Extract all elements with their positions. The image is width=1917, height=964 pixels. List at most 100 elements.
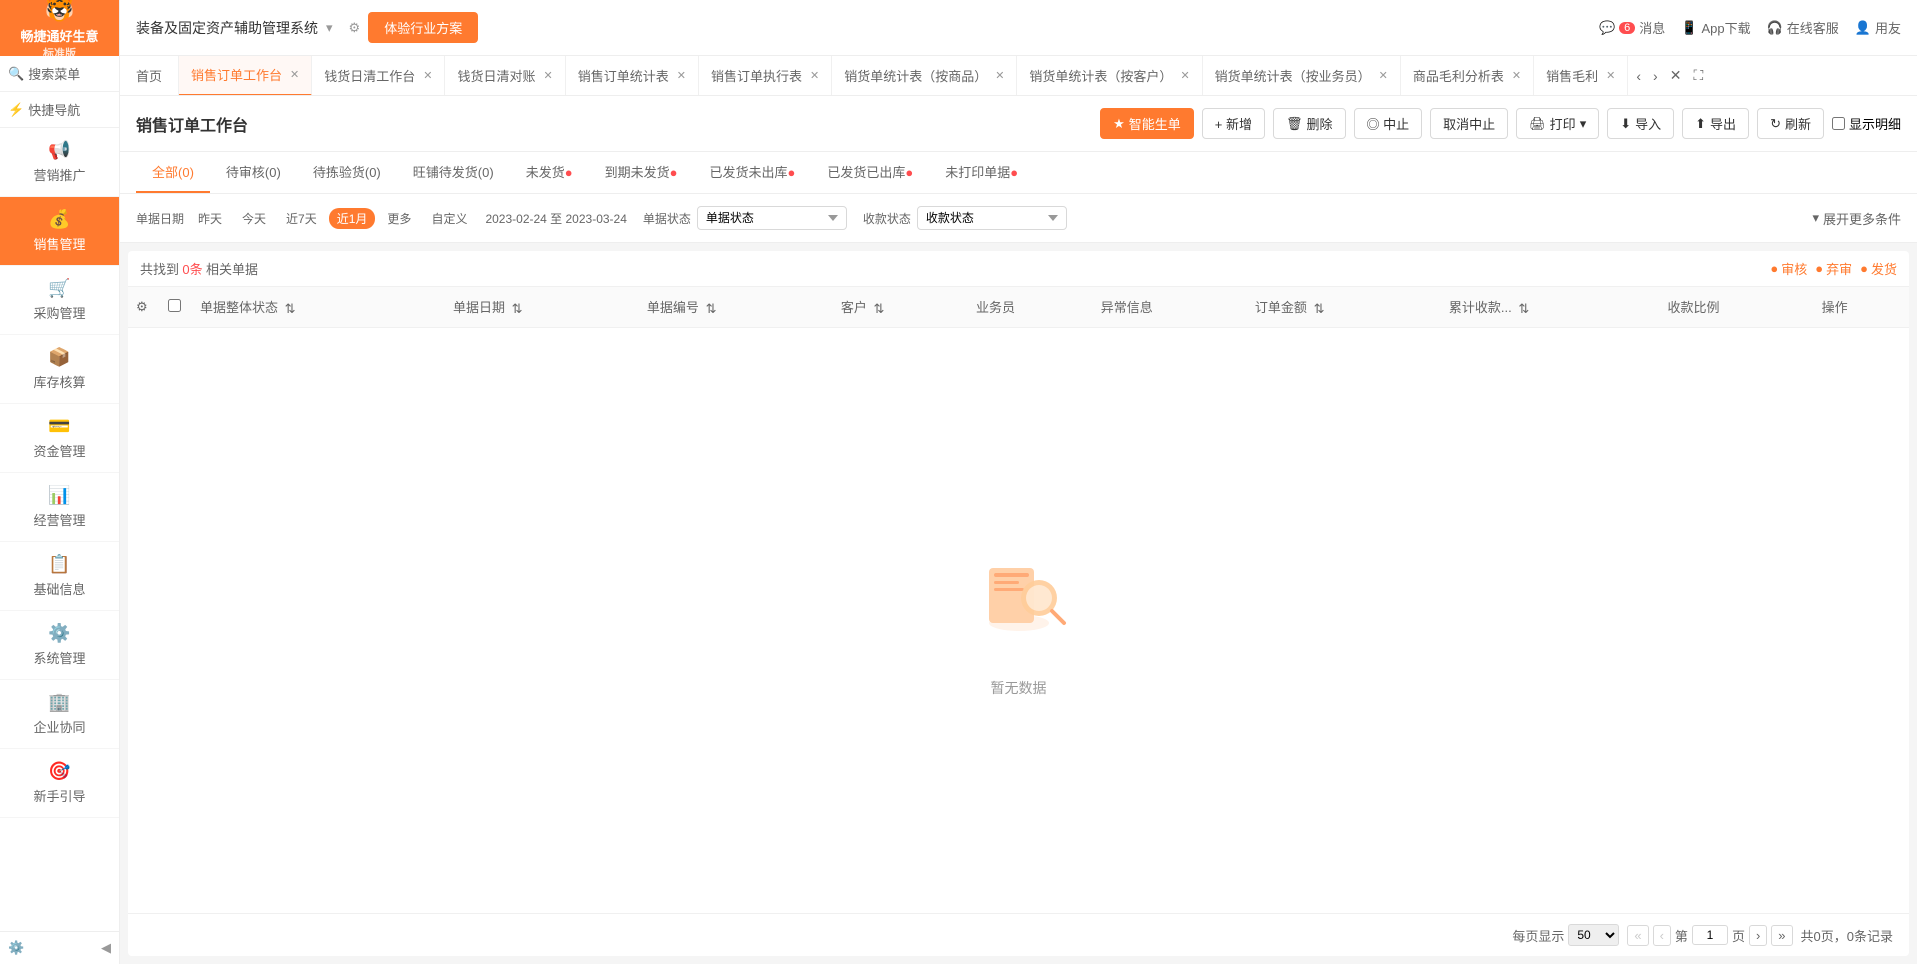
refresh-btn[interactable]: ↻ 刷新 — [1757, 108, 1824, 139]
tab-sales-stat-product[interactable]: 销货单统计表（按商品） ✕ — [832, 56, 1017, 96]
tab-sales-stat-product-close[interactable]: ✕ — [995, 69, 1004, 82]
import-btn[interactable]: ⬇ 导入 — [1607, 108, 1674, 139]
tab-cash-reconcile[interactable]: 钱货日清对账 ✕ — [445, 56, 565, 96]
tab-sales-order[interactable]: 销售订单工作台 ✕ — [179, 56, 312, 96]
app-download-btn[interactable]: 📱 App下载 — [1681, 18, 1750, 37]
sidebar-item-system[interactable]: ⚙️ 系统管理 — [0, 611, 119, 680]
export-btn[interactable]: ⬆ 导出 — [1682, 108, 1749, 139]
sidebar-item-guide[interactable]: 🎯 新手引导 — [0, 749, 119, 818]
settings-icon[interactable]: ⚙ — [349, 20, 361, 36]
smart-btn[interactable]: ★ 智能生单 — [1100, 108, 1194, 139]
tab-sales-stats[interactable]: 销售订单统计表 ✕ — [566, 56, 699, 96]
tab-sales-stats-close[interactable]: ✕ — [677, 69, 686, 82]
tabs-expand-btn[interactable]: ⛶ — [1689, 65, 1707, 86]
next-page-btn[interactable]: › — [1749, 925, 1767, 946]
column-settings-icon[interactable]: ⚙ — [136, 299, 148, 314]
date-opt-more[interactable]: 更多 — [379, 208, 419, 229]
sidebar-item-enterprise[interactable]: 🏢 企业协同 — [0, 680, 119, 749]
delete-btn[interactable]: 🗑 删除 — [1273, 108, 1346, 139]
review-btn[interactable]: ● 审核 — [1770, 259, 1807, 278]
sub-tab-pending[interactable]: 待审核(0) — [210, 152, 297, 193]
tab-gross-profit-close[interactable]: ✕ — [1512, 69, 1521, 82]
sub-tab-not-shipped[interactable]: 未发货● — [510, 152, 589, 193]
col-amount-label: 订单金额 — [1255, 300, 1307, 315]
tab-sales-stat-customer-close[interactable]: ✕ — [1180, 69, 1189, 82]
status-select[interactable]: 单据状态 — [697, 206, 847, 230]
date-opt-today[interactable]: 今天 — [234, 208, 274, 229]
tabs-prev-btn[interactable]: ‹ — [1632, 66, 1645, 86]
date-opt-custom[interactable]: 自定义 — [423, 208, 475, 229]
sub-tab-not-printed[interactable]: 未打印单据● — [929, 152, 1034, 193]
sort-customer-icon[interactable]: ⇅ — [874, 301, 885, 317]
tabs-close-all-btn[interactable]: ✕ — [1666, 65, 1686, 86]
sub-tab-all[interactable]: 全部(0) — [136, 152, 210, 193]
unreviewed-btn[interactable]: ● 弃审 — [1815, 259, 1852, 278]
first-page-btn[interactable]: « — [1627, 925, 1648, 946]
new-btn[interactable]: + 新增 — [1202, 108, 1265, 139]
sidebar-item-basic[interactable]: 📋 基础信息 — [0, 542, 119, 611]
show-detail-checkbox-label[interactable]: 显示明细 — [1832, 114, 1901, 133]
ship-btn[interactable]: ● 发货 — [1860, 259, 1897, 278]
tab-sales-stat-staff-close[interactable]: ✕ — [1379, 69, 1388, 82]
sidebar-item-marketing[interactable]: 📢 营销推广 — [0, 128, 119, 197]
sub-tab-expired-not-shipped[interactable]: 到期未发货● — [589, 152, 694, 193]
solution-btn[interactable]: 体验行业方案 — [368, 12, 478, 43]
sub-tab-wangpu[interactable]: 旺铺待发货(0) — [397, 152, 510, 193]
stop-btn[interactable]: ◎ 中止 — [1354, 108, 1423, 139]
sidebar-item-inventory[interactable]: 📦 库存核算 — [0, 335, 119, 404]
tab-gross-profit[interactable]: 商品毛利分析表 ✕ — [1401, 56, 1534, 96]
sub-tab-pending-inspect[interactable]: 待拣验货(0) — [297, 152, 397, 193]
print-dropdown-icon: ▾ — [1580, 116, 1587, 132]
tab-sales-stat-customer[interactable]: 销货单统计表（按客户） ✕ — [1017, 56, 1202, 96]
last-page-btn[interactable]: » — [1771, 925, 1792, 946]
tab-home[interactable]: 首页 — [120, 56, 179, 96]
sort-status-icon[interactable]: ⇅ — [285, 301, 296, 317]
sort-number-icon[interactable]: ⇅ — [706, 301, 717, 317]
tab-sales-more-close[interactable]: ✕ — [1606, 69, 1615, 82]
prev-page-btn[interactable]: ‹ — [1653, 925, 1671, 946]
tab-sales-exec-close[interactable]: ✕ — [810, 69, 819, 82]
sidebar-item-operation[interactable]: 📊 经营管理 — [0, 473, 119, 542]
sidebar-item-sales[interactable]: 💰 销售管理 — [0, 197, 119, 266]
tabs-next-btn[interactable]: › — [1649, 66, 1662, 86]
message-btn[interactable]: 💬 6 消息 — [1599, 18, 1665, 37]
show-detail-checkbox[interactable] — [1832, 117, 1845, 130]
user-btn[interactable]: 👤 用友 — [1855, 18, 1901, 37]
date-filter-label: 单据日期 — [136, 210, 184, 227]
sub-tab-shipped-out[interactable]: 已发货已出库● — [811, 152, 929, 193]
system-dropdown-icon[interactable]: ▾ — [326, 20, 333, 36]
quick-nav-item[interactable]: ⚡ 快捷导航 — [0, 92, 119, 128]
page-size-select[interactable]: 20 50 100 — [1568, 924, 1619, 946]
date-opt-7days[interactable]: 近7天 — [278, 208, 325, 229]
sort-date-icon[interactable]: ⇅ — [512, 301, 523, 317]
date-opt-yesterday[interactable]: 昨天 — [190, 208, 230, 229]
sidebar-item-label-marketing: 营销推广 — [33, 165, 85, 184]
tab-sales-stat-staff[interactable]: 销货单统计表（按业务员） ✕ — [1203, 56, 1401, 96]
select-all-checkbox[interactable] — [168, 299, 181, 312]
online-service-btn[interactable]: 🎧 在线客服 — [1767, 18, 1839, 37]
tab-cash-reconcile-close[interactable]: ✕ — [544, 69, 553, 82]
empty-text: 暂无数据 — [991, 678, 1047, 698]
tab-sales-exec[interactable]: 销售订单执行表 ✕ — [699, 56, 832, 96]
sort-collected-icon[interactable]: ⇅ — [1518, 301, 1529, 317]
sidebar-collapse-icon[interactable]: ◀ — [101, 940, 111, 956]
sidebar-item-finance[interactable]: 💳 资金管理 — [0, 404, 119, 473]
date-opt-1month[interactable]: 近1月 — [329, 208, 376, 229]
search-menu-item[interactable]: 🔍 搜索菜单 — [0, 56, 119, 92]
sub-tab-shipped-not-out[interactable]: 已发货未出库● — [693, 152, 811, 193]
tab-sales-order-close[interactable]: ✕ — [290, 68, 299, 81]
tab-sales-more[interactable]: 销售毛利 ✕ — [1534, 56, 1628, 96]
expand-filter-btn[interactable]: ▾ 展开更多条件 — [1812, 209, 1901, 228]
page-input[interactable] — [1692, 925, 1728, 945]
page-header: 销售订单工作台 ★ 智能生单 + 新增 🗑 删除 ◎ 中止 取消中止 🖨 打印 — [120, 96, 1917, 152]
tab-cash-day[interactable]: 钱货日清工作台 ✕ — [312, 56, 445, 96]
sort-amount-icon[interactable]: ⇅ — [1314, 301, 1325, 317]
payment-filter: 收款状态 收款状态 — [863, 206, 1067, 230]
print-btn[interactable]: 🖨 打印 ▾ — [1516, 108, 1599, 139]
sidebar-settings-icon[interactable]: ⚙️ — [8, 940, 24, 956]
headset-icon: 🎧 — [1767, 20, 1783, 36]
payment-select[interactable]: 收款状态 — [917, 206, 1067, 230]
sidebar-item-purchase[interactable]: 🛒 采购管理 — [0, 266, 119, 335]
cancel-stop-btn[interactable]: 取消中止 — [1430, 108, 1508, 139]
tab-cash-day-close[interactable]: ✕ — [423, 69, 432, 82]
